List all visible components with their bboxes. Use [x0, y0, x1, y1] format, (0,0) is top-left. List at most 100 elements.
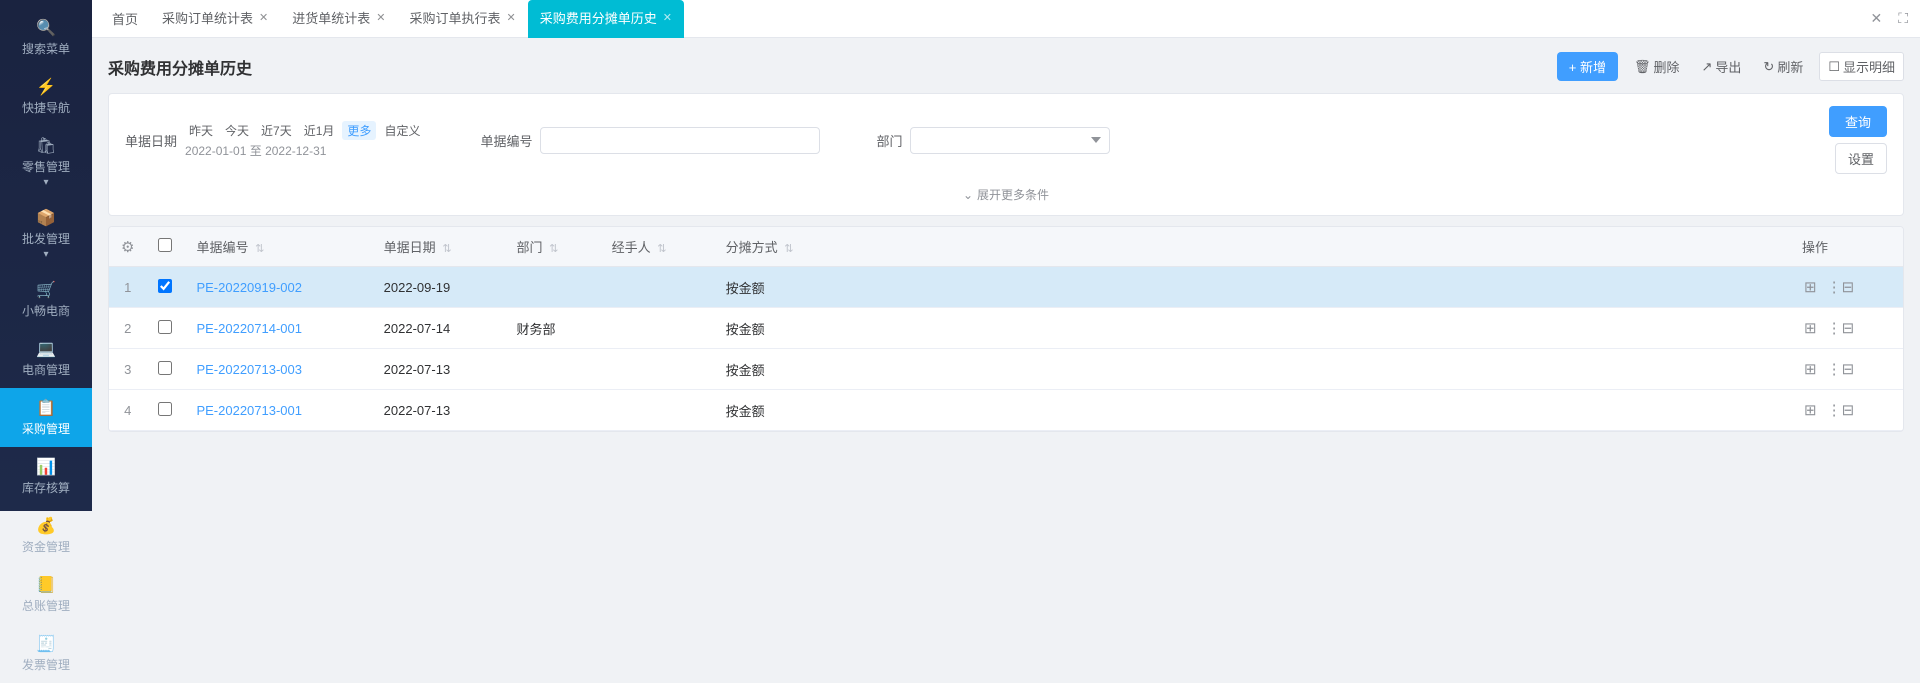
col-date: 单据日期 ⇅: [372, 227, 505, 267]
row-number: 4: [109, 390, 146, 431]
sidebar-item-search[interactable]: 🔍 搜索菜单: [0, 8, 92, 67]
close-icon[interactable]: ✕: [663, 11, 672, 24]
shortcut-1month[interactable]: 近1月: [300, 121, 339, 140]
edit-icon[interactable]: ⊞: [1802, 317, 1819, 339]
tab-purchase-exec[interactable]: 采购订单执行表 ✕: [397, 0, 527, 38]
tab-label: 采购订单统计表: [162, 8, 253, 27]
shortcut-today[interactable]: 今天: [221, 121, 253, 140]
chevron-down-icon: ▾: [43, 177, 48, 188]
row-method: 按金额: [714, 308, 1790, 349]
sort-icon[interactable]: ⇅: [255, 242, 264, 255]
sidebar-item-nav[interactable]: ⚡ 快捷导航: [0, 67, 92, 126]
expand-more[interactable]: ⌄ 展开更多条件: [125, 182, 1887, 207]
sidebar-item-invoice[interactable]: 🧾 发票管理: [0, 624, 92, 683]
row-actions: ⊞ ⋮⊟: [1790, 349, 1903, 390]
shortcut-7days[interactable]: 近7天: [257, 121, 296, 140]
row-number: 1: [109, 267, 146, 308]
tab-purchase-order-stats[interactable]: 采购订单统计表 ✕: [150, 0, 280, 38]
show-cols-button[interactable]: ☐ 显示明细: [1819, 52, 1904, 81]
sidebar-item-ecom[interactable]: 💻 电商管理: [0, 329, 92, 388]
set-button[interactable]: 设置: [1835, 143, 1887, 174]
more-icon[interactable]: ⋮⊟: [1825, 317, 1857, 339]
row-order-no: PE-20220713-003: [184, 349, 371, 390]
export-button[interactable]: ↗ 导出: [1695, 53, 1747, 80]
sort-icon[interactable]: ⇅: [442, 242, 451, 255]
tab-purchase-cost-history[interactable]: 采购费用分摊单历史 ✕: [528, 0, 684, 38]
close-tab-icon[interactable]: ✕: [1866, 8, 1886, 29]
sidebar-item-wholesale[interactable]: 📦 批发管理 ▾: [0, 198, 92, 270]
sidebar-item-inventory[interactable]: 📊 库存核算: [0, 447, 92, 506]
sidebar-item-ecom-small[interactable]: 🛒 小畅电商: [0, 270, 92, 329]
col-handler: 经手人 ⇅: [600, 227, 714, 267]
row-dept: 财务部: [504, 308, 599, 349]
col-dept: 部门 ⇅: [504, 227, 599, 267]
close-icon[interactable]: ✕: [376, 11, 385, 24]
order-no-input[interactable]: [540, 127, 820, 154]
order-no-link[interactable]: PE-20220714-001: [196, 321, 302, 336]
order-no-link[interactable]: PE-20220713-001: [196, 403, 302, 418]
edit-icon[interactable]: ⊞: [1802, 358, 1819, 380]
shortcut-yesterday[interactable]: 昨天: [185, 121, 217, 140]
edit-icon[interactable]: ⊞: [1802, 276, 1819, 298]
edit-icon[interactable]: ⊞: [1802, 399, 1819, 421]
tab-inbound-stats[interactable]: 进货单统计表 ✕: [280, 0, 397, 38]
row-checkbox[interactable]: [158, 402, 172, 416]
sidebar-item-label: 采购管理: [22, 420, 70, 437]
nav-icon: ⚡: [36, 77, 56, 97]
tab-home[interactable]: 首页: [100, 0, 150, 38]
more-icon[interactable]: ⋮⊟: [1825, 276, 1857, 298]
row-order-no: PE-20220919-002: [184, 267, 371, 308]
purchase-icon: 📋: [36, 398, 56, 418]
invoice-icon: 🧾: [36, 634, 56, 654]
col-label: 经手人: [612, 240, 651, 255]
sidebar-item-label: 快捷导航: [22, 99, 70, 116]
search-panel: 单据日期 昨天 今天 近7天 近1月 更多 自定义 2022-01-01 至 2…: [108, 93, 1904, 216]
sidebar-item-retail[interactable]: 🛍 零售管理 ▾: [0, 126, 92, 198]
order-no-link[interactable]: PE-20220713-003: [196, 362, 302, 377]
add-button[interactable]: + 新增: [1557, 52, 1618, 81]
date-shortcuts: 昨天 今天 近7天 近1月 更多 自定义: [185, 121, 424, 140]
refresh-button[interactable]: ↻ 刷新: [1757, 53, 1809, 80]
row-date: 2022-07-13: [372, 390, 505, 431]
col-label: 单据日期: [384, 240, 436, 255]
dept-label: 部门: [876, 131, 902, 150]
more-icon[interactable]: ⋮⊟: [1825, 399, 1857, 421]
gear-icon[interactable]: ⚙: [121, 239, 134, 256]
sidebar-item-purchase[interactable]: 📋 采购管理: [0, 388, 92, 447]
delete-button[interactable]: 🗑 删除: [1628, 53, 1686, 80]
shortcut-custom[interactable]: 自定义: [380, 121, 424, 140]
order-no-link[interactable]: PE-20220919-002: [196, 280, 302, 295]
row-checkbox-cell: [146, 349, 184, 390]
sidebar-item-finance[interactable]: 💰 资金管理: [0, 506, 92, 565]
sidebar-item-label: 库存核算: [22, 479, 70, 496]
main-area: 首页 采购订单统计表 ✕ 进货单统计表 ✕ 采购订单执行表 ✕ 采购费用分摊单历…: [92, 0, 1920, 511]
sidebar-item-ledger[interactable]: 📒 总账管理: [0, 565, 92, 624]
search-button[interactable]: 查询: [1829, 106, 1887, 137]
chevron-down-icon: ▾: [43, 249, 48, 260]
more-icon[interactable]: ⋮⊟: [1825, 358, 1857, 380]
col-method: 分摊方式 ⇅: [714, 227, 1790, 267]
row-checkbox[interactable]: [158, 320, 172, 334]
sidebar-item-label: 搜索菜单: [22, 40, 70, 57]
close-icon[interactable]: ✕: [259, 11, 268, 24]
sort-icon[interactable]: ⇅: [657, 242, 666, 255]
col-label: 分摊方式: [726, 240, 778, 255]
row-date: 2022-07-13: [372, 349, 505, 390]
fullscreen-icon[interactable]: ⛶: [1894, 8, 1912, 29]
export-label: 导出: [1715, 57, 1741, 76]
select-all-checkbox[interactable]: [158, 238, 172, 252]
page-title: 采购费用分摊单历史: [108, 55, 252, 79]
sort-icon[interactable]: ⇅: [784, 242, 793, 255]
row-date: 2022-09-19: [372, 267, 505, 308]
sidebar-item-label: 批发管理: [22, 230, 70, 247]
row-checkbox[interactable]: [158, 279, 172, 293]
dept-select[interactable]: [910, 127, 1110, 154]
table-row: 4 PE-20220713-001 2022-07-13 按金额 ⊞ ⋮⊟: [109, 390, 1903, 431]
shortcut-more[interactable]: 更多: [342, 121, 376, 140]
tabs-bar: 首页 采购订单统计表 ✕ 进货单统计表 ✕ 采购订单执行表 ✕ 采购费用分摊单历…: [92, 0, 1920, 38]
row-actions: ⊞ ⋮⊟: [1790, 267, 1903, 308]
close-icon[interactable]: ✕: [507, 11, 516, 24]
sort-icon[interactable]: ⇅: [549, 242, 558, 255]
row-checkbox[interactable]: [158, 361, 172, 375]
row-number: 2: [109, 308, 146, 349]
